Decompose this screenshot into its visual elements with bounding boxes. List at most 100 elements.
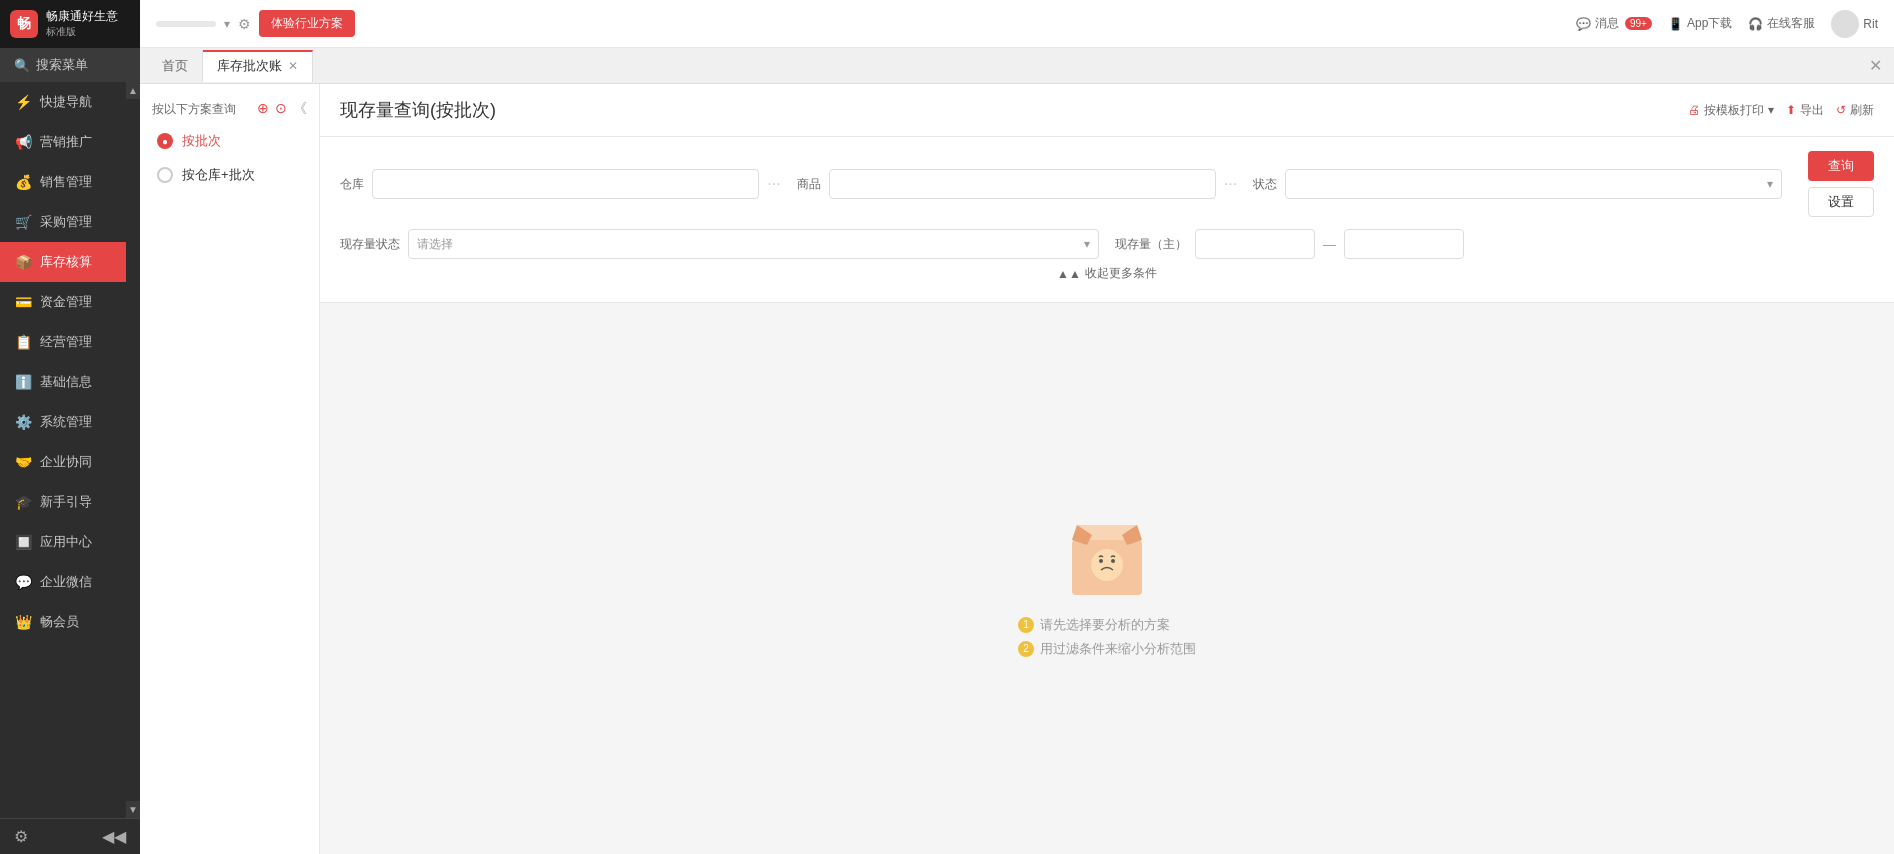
empty-illustration [1057,500,1157,600]
nav-label: 企业微信 [40,573,92,591]
sidebar-item-member[interactable]: 👑 畅会员 [0,602,126,642]
print-dropdown-icon[interactable]: ▾ [1768,103,1774,117]
nav-label: 新手引导 [40,493,92,511]
newbie-icon: 🎓 [14,493,32,511]
system-icon: ⚙️ [14,413,32,431]
messages-label: 消息 [1595,15,1619,32]
left-panel: 按以下方案查询 ⊕ ⊙ 《 ● 按批次 按仓库+批次 [140,84,320,854]
empty-state: 1 请先选择要分析的方案 2 用过滤条件来缩小分析范围 [320,303,1894,854]
search-label: 搜索菜单 [36,56,88,74]
filter-row-2: 现存量状态 请选择 ▾ 现存量（主） — [340,229,1874,259]
stock-qty-min-input[interactable] [1195,229,1315,259]
online-service-btn[interactable]: 🎧 在线客服 [1748,15,1815,32]
app-center-icon: 🔲 [14,533,32,551]
by-batch-icon: ● [156,132,174,150]
status-select[interactable]: ▾ [1285,169,1782,199]
settings-target-icon[interactable]: ⊙ [275,100,287,118]
goods-input[interactable] [829,169,1216,199]
empty-tip-1: 1 请先选择要分析的方案 [1018,616,1196,634]
breadcrumb [156,21,216,27]
filter-bar: 仓库 ··· 商品 ··· 状态 ▾ [320,137,1894,303]
refresh-btn[interactable]: ↺ 刷新 [1836,102,1874,119]
settings-icon[interactable]: ⚙ [14,827,28,846]
nav-label: 经营管理 [40,333,92,351]
purchase-icon: 🛒 [14,213,32,231]
panel-header: 按以下方案查询 ⊕ ⊙ 《 [140,94,319,124]
goods-label: 商品 [797,176,821,193]
sidebar-item-inventory[interactable]: 📦 库存核算 [0,242,126,282]
nav-label: 库存核算 [40,253,92,271]
tab-home[interactable]: 首页 [148,50,203,82]
export-label: 导出 [1800,102,1824,119]
marketing-icon: 📢 [14,133,32,151]
gear-icon[interactable]: ⚙ [238,16,251,32]
collapse-label: 收起更多条件 [1085,265,1157,282]
app-title: 畅康通好生意 [46,9,118,25]
breadcrumb-dropdown-icon[interactable]: ▾ [224,17,230,31]
scroll-up-btn[interactable]: ▲ [126,82,140,99]
export-btn[interactable]: ⬆ 导出 [1786,102,1824,119]
print-btn[interactable]: 🖨 按模板打印 ▾ [1688,102,1774,119]
sidebar-item-enterprise[interactable]: 🤝 企业协同 [0,442,126,482]
tip-num-2: 2 [1018,641,1034,657]
chevron-up-icon: ▲▲ [1057,267,1081,281]
sidebar-item-operations[interactable]: 📋 经营管理 [0,322,126,362]
active-indicator: ● [157,133,173,149]
user-name: Rit [1863,17,1878,31]
stock-status-label: 现存量状态 [340,236,400,253]
app-download-btn[interactable]: 📱 App下载 [1668,15,1732,32]
sidebar-item-sales[interactable]: 💰 销售管理 [0,162,126,202]
scroll-down-btn[interactable]: ▼ [126,801,140,818]
topbar-left: ▾ ⚙ 体验行业方案 [156,10,1566,37]
collapse-more-btn[interactable]: ▲▲ 收起更多条件 [340,259,1874,288]
nav-label: 快捷导航 [40,93,92,111]
nav-label: 应用中心 [40,533,92,551]
sidebar-item-wechat[interactable]: 💬 企业微信 [0,562,126,602]
nav-label: 营销推广 [40,133,92,151]
stock-status-dropdown-icon: ▾ [1084,237,1090,251]
nav-label: 畅会员 [40,613,79,631]
sidebar-item-marketing[interactable]: 📢 营销推广 [0,122,126,162]
sidebar-item-app-center[interactable]: 🔲 应用中心 [0,522,126,562]
warehouse-input[interactable] [372,169,759,199]
tab-close-icon[interactable]: ✕ [288,59,298,73]
panel-item-by-batch[interactable]: ● 按批次 [140,124,319,158]
add-icon[interactable]: ⊕ [257,100,269,118]
tab-inventory-batch[interactable]: 库存批次账 ✕ [203,50,313,82]
nav-label: 基础信息 [40,373,92,391]
sidebar-item-system[interactable]: ⚙️ 系统管理 [0,402,126,442]
sidebar-item-finance[interactable]: 💳 资金管理 [0,282,126,322]
stock-qty-max-input[interactable] [1344,229,1464,259]
messages-btn[interactable]: 💬 消息 99+ [1576,15,1652,32]
stock-status-select[interactable]: 请选择 ▾ [408,229,1099,259]
tabbar-close-btn[interactable]: ✕ [1857,56,1894,75]
app-subtitle: 标准版 [46,25,118,39]
nav-label: 企业协同 [40,453,92,471]
settings-btn[interactable]: 设置 [1808,187,1874,217]
sidebar-item-newbie[interactable]: 🎓 新手引导 [0,482,126,522]
search-icon: 🔍 [14,58,30,73]
query-btn[interactable]: 查询 [1808,151,1874,181]
status-filter-group: 状态 ▾ [1253,169,1782,199]
sidebar-item-purchase[interactable]: 🛒 采购管理 [0,202,126,242]
refresh-label: 刷新 [1850,102,1874,119]
warehouse-more-icon[interactable]: ··· [767,175,780,193]
collapse-sidebar-icon[interactable]: ◀◀ [102,827,126,846]
goods-filter-group: 商品 ··· [797,169,1238,199]
sales-icon: 💰 [14,173,32,191]
status-label: 状态 [1253,176,1277,193]
experience-btn[interactable]: 体验行业方案 [259,10,355,37]
collapse-panel-icon[interactable]: 《 [293,100,307,118]
sidebar-item-quick-nav[interactable]: ⚡ 快捷导航 [0,82,126,122]
goods-more-icon[interactable]: ··· [1224,175,1237,193]
query-actions: 查询 设置 [1808,151,1874,217]
dash-separator: — [1323,237,1336,252]
tip-text-2: 用过滤条件来缩小分析范围 [1040,640,1196,658]
sidebar-header: 畅 畅康通好生意 标准版 [0,0,140,48]
headset-icon: 🎧 [1748,17,1763,31]
sidebar-item-basic-info[interactable]: ℹ️ 基础信息 [0,362,126,402]
panel-item-by-warehouse-batch[interactable]: 按仓库+批次 [140,158,319,192]
search-menu[interactable]: 🔍 搜索菜单 [0,48,140,82]
user-avatar[interactable]: Rit [1831,10,1878,38]
tab-active-label: 库存批次账 [217,57,282,75]
